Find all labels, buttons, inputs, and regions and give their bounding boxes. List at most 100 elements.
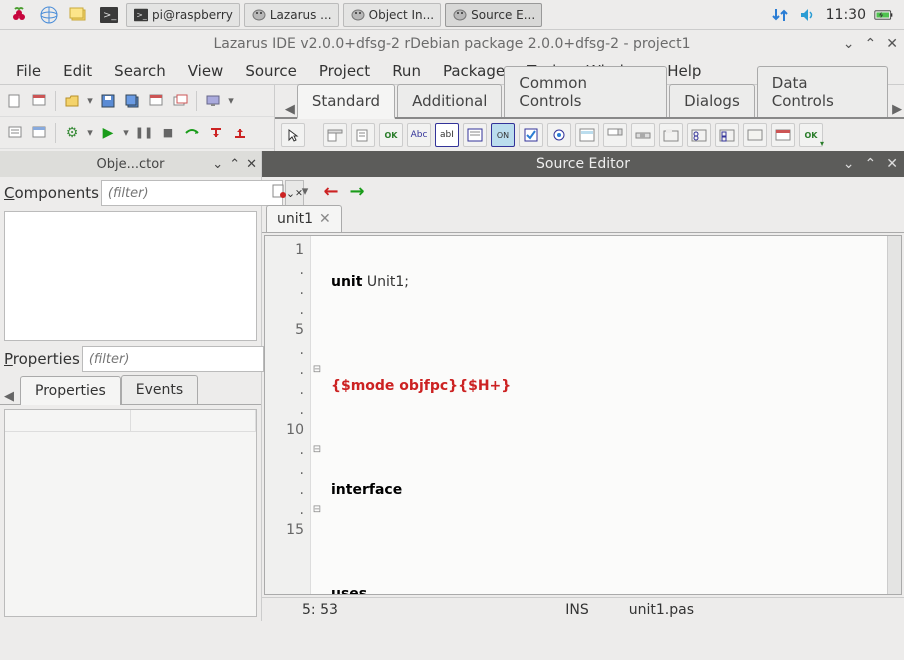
property-grid[interactable] bbox=[4, 409, 257, 617]
menu-package[interactable]: Package bbox=[433, 58, 515, 84]
menu-run[interactable]: Run bbox=[382, 58, 431, 84]
step-over-icon[interactable] bbox=[181, 122, 203, 144]
prop-tab-prev-icon[interactable]: ◀ bbox=[4, 389, 20, 404]
palette-tab-next-icon[interactable]: ▶ bbox=[890, 102, 904, 117]
code-text[interactable]: unit Unit1; {$mode objfpc}{$H+} interfac… bbox=[323, 236, 887, 594]
panel-close-icon[interactable]: ✕ bbox=[246, 157, 257, 172]
file-manager-icon[interactable] bbox=[66, 2, 92, 28]
vertical-scrollbar[interactable] bbox=[887, 236, 901, 594]
menu-project[interactable]: Project bbox=[309, 58, 380, 84]
editor-minimize-icon[interactable]: ⌄ bbox=[843, 156, 855, 172]
palette-tab-additional[interactable]: Additional bbox=[397, 84, 502, 117]
palette-listbox-icon[interactable] bbox=[575, 123, 599, 147]
components-tree[interactable] bbox=[4, 211, 257, 341]
palette-combobox-icon[interactable] bbox=[603, 123, 627, 147]
taskbar-app-obj-inspector[interactable]: Object In... bbox=[343, 3, 441, 27]
build-mode-icon[interactable]: ⚙ bbox=[61, 122, 83, 144]
open-dropdown-icon[interactable]: ▾ bbox=[85, 90, 95, 112]
close-icon[interactable]: ✕ bbox=[886, 36, 898, 52]
palette-tab-data-controls[interactable]: Data Controls bbox=[757, 66, 888, 117]
network-icon[interactable] bbox=[770, 5, 790, 25]
code-editor[interactable]: 1 . . . 5 . . . . 10 . . . . 15 ⊟ ⊟ bbox=[264, 235, 902, 595]
palette-memo-icon[interactable] bbox=[463, 123, 487, 147]
run-icon[interactable]: ▶ bbox=[97, 122, 119, 144]
terminal-icon[interactable]: >_ bbox=[96, 2, 122, 28]
palette-actionlist-icon[interactable]: OK▾ bbox=[799, 123, 823, 147]
menu-view[interactable]: View bbox=[178, 58, 234, 84]
palette-checkgroup-icon[interactable] bbox=[715, 123, 739, 147]
editor-tab-close-icon[interactable]: ✕ bbox=[319, 211, 331, 227]
fold-icon[interactable]: ⊟ bbox=[311, 440, 323, 460]
tab-events[interactable]: Events bbox=[121, 375, 198, 404]
palette-edit-icon[interactable]: abI bbox=[435, 123, 459, 147]
palette-radiobutton-icon[interactable] bbox=[547, 123, 571, 147]
desktops-dropdown-icon[interactable]: ▾ bbox=[226, 90, 236, 112]
palette-tab-common-controls[interactable]: Common Controls bbox=[504, 66, 667, 117]
palette-checkbox-icon[interactable] bbox=[519, 123, 543, 147]
taskbar-app-pi[interactable]: >_ pi@raspberry bbox=[126, 3, 240, 27]
open-icon[interactable] bbox=[61, 90, 83, 112]
palette-frame-icon[interactable] bbox=[771, 123, 795, 147]
volume-icon[interactable] bbox=[798, 5, 818, 25]
nav-forward-icon[interactable]: → bbox=[346, 180, 368, 202]
components-filter-input[interactable] bbox=[101, 180, 283, 206]
palette-radiogroup-icon[interactable] bbox=[687, 123, 711, 147]
palette-tab-prev-icon[interactable]: ◀ bbox=[283, 102, 297, 117]
palette-scrollbar-icon[interactable] bbox=[631, 123, 655, 147]
palette-button-icon[interactable]: OK bbox=[379, 123, 403, 147]
build-dropdown-icon[interactable]: ▾ bbox=[85, 122, 95, 144]
stop-icon[interactable]: ■ bbox=[157, 122, 179, 144]
editor-close-icon[interactable]: ✕ bbox=[886, 156, 898, 172]
view-forms-icon[interactable] bbox=[28, 122, 50, 144]
palette-popupmenu-icon[interactable] bbox=[351, 123, 375, 147]
save-icon[interactable] bbox=[97, 90, 119, 112]
maximize-icon[interactable]: ⌃ bbox=[865, 36, 877, 52]
menu-search[interactable]: Search bbox=[104, 58, 176, 84]
battery-icon[interactable] bbox=[874, 5, 894, 25]
raspberry-menu-icon[interactable] bbox=[6, 2, 32, 28]
menu-source[interactable]: Source bbox=[235, 58, 307, 84]
taskbar-app-label: Object In... bbox=[369, 8, 434, 22]
palette-tab-standard[interactable]: Standard bbox=[297, 84, 395, 119]
properties-filter-input[interactable] bbox=[82, 346, 264, 372]
taskbar-app-source-editor[interactable]: Source E... bbox=[445, 3, 542, 27]
menu-file[interactable]: File bbox=[6, 58, 51, 84]
run-dropdown-icon[interactable]: ▾ bbox=[121, 122, 131, 144]
new-form-2-icon[interactable] bbox=[145, 90, 167, 112]
panel-minimize-icon[interactable]: ⌄ bbox=[212, 157, 223, 172]
view-units-icon[interactable] bbox=[4, 122, 26, 144]
jump-points-icon[interactable] bbox=[268, 180, 290, 202]
toolbar-line-1: ▾ ▾ bbox=[0, 85, 274, 117]
new-form-icon[interactable] bbox=[28, 90, 50, 112]
pause-icon[interactable]: ❚❚ bbox=[133, 122, 155, 144]
editor-tab-unit1[interactable]: unit1 ✕ bbox=[266, 205, 342, 232]
fold-icon[interactable]: ⊟ bbox=[311, 360, 323, 380]
web-browser-icon[interactable] bbox=[36, 2, 62, 28]
fold-icon[interactable]: ⊟ bbox=[311, 500, 323, 520]
save-all-icon[interactable] bbox=[121, 90, 143, 112]
step-out-icon[interactable] bbox=[229, 122, 251, 144]
panel-maximize-icon[interactable]: ⌃ bbox=[229, 157, 240, 172]
minimize-icon[interactable]: ⌄ bbox=[843, 36, 855, 52]
palette-mainmenu-icon[interactable] bbox=[323, 123, 347, 147]
palette-togglebox-icon[interactable]: ON bbox=[491, 123, 515, 147]
jump-dropdown-icon[interactable]: ▾ bbox=[294, 180, 316, 202]
toggle-form-icon[interactable] bbox=[169, 90, 191, 112]
palette-panel-icon[interactable] bbox=[743, 123, 767, 147]
component-palette-tabs: ◀ Standard Additional Common Controls Di… bbox=[275, 85, 904, 119]
new-unit-icon[interactable] bbox=[4, 90, 26, 112]
palette-groupbox-icon[interactable] bbox=[659, 123, 683, 147]
palette-label-icon[interactable]: Abc bbox=[407, 123, 431, 147]
nav-back-icon[interactable]: ← bbox=[320, 180, 342, 202]
manage-desktops-icon[interactable] bbox=[202, 90, 224, 112]
taskbar-app-lazarus[interactable]: Lazarus ... bbox=[244, 3, 339, 27]
palette-tab-dialogs[interactable]: Dialogs bbox=[669, 84, 755, 117]
tab-properties[interactable]: Properties bbox=[20, 376, 121, 405]
step-into-icon[interactable] bbox=[205, 122, 227, 144]
main-content: Obje...ctor ⌄ ⌃ ✕ Components ⌄✕ Properti… bbox=[0, 151, 904, 621]
taskbar-app-label: pi@raspberry bbox=[152, 8, 233, 22]
menu-edit[interactable]: Edit bbox=[53, 58, 102, 84]
properties-label: Properties bbox=[4, 350, 80, 368]
editor-maximize-icon[interactable]: ⌃ bbox=[865, 156, 877, 172]
palette-cursor-icon[interactable] bbox=[281, 123, 305, 147]
